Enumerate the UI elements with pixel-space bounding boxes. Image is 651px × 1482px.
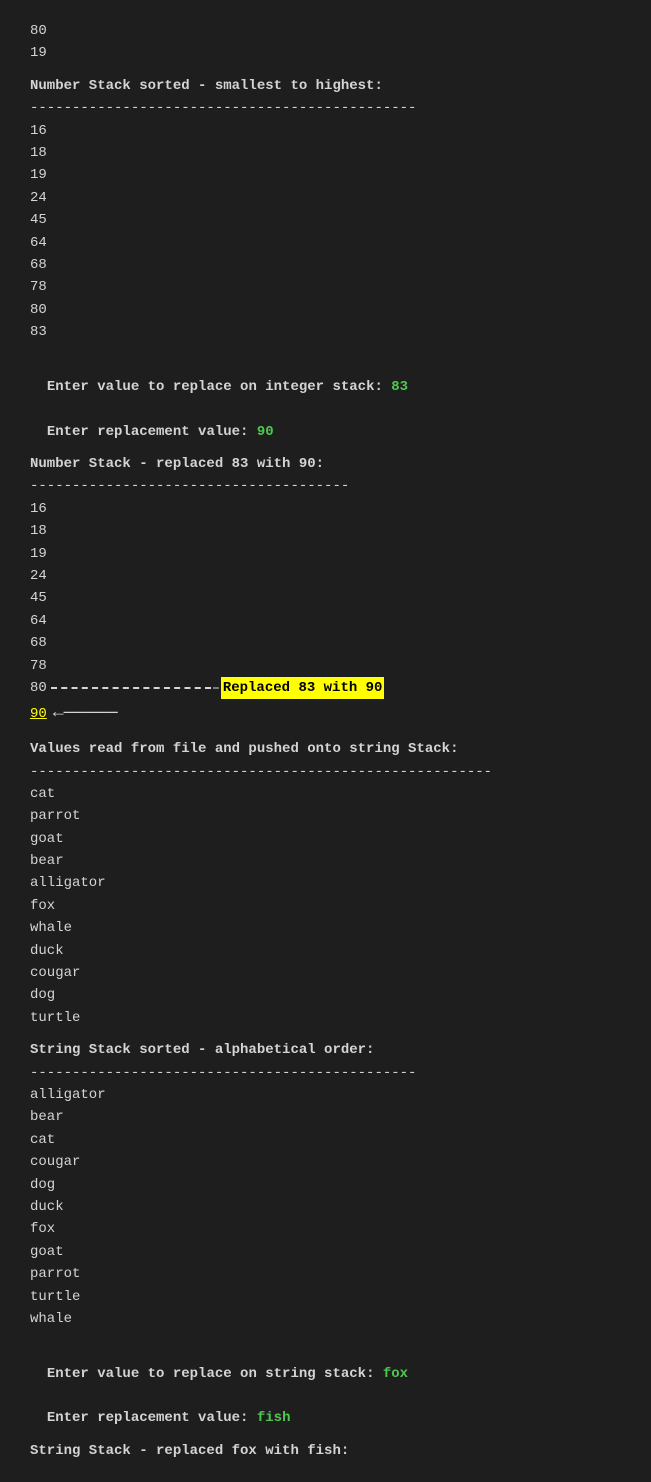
left-arrow-icon: ←――――― bbox=[53, 699, 118, 728]
string-replace-prompt-line-1: Enter value to replace on string stack: … bbox=[30, 1340, 621, 1385]
string-stack-header: Values read from file and pushed onto st… bbox=[30, 738, 621, 760]
dashed-arrow-line bbox=[51, 687, 211, 689]
string-turtle: turtle bbox=[30, 1007, 621, 1029]
replace-value-1: 83 bbox=[391, 379, 408, 395]
initial-number-19: 19 bbox=[30, 42, 621, 64]
sorted-num-80: 80 bbox=[30, 299, 621, 321]
string-bear: bear bbox=[30, 850, 621, 872]
sorted-num-64: 64 bbox=[30, 232, 621, 254]
number-stack-replaced-header: Number Stack - replaced 83 with 90: bbox=[30, 453, 621, 475]
sorted-str-fox: fox bbox=[30, 1218, 621, 1240]
number-stack-replaced-separator: -------------------------------------- bbox=[30, 475, 621, 497]
replaced-num-19: 19 bbox=[30, 543, 621, 565]
sorted-num-45: 45 bbox=[30, 209, 621, 231]
sorted-num-78: 78 bbox=[30, 276, 621, 298]
replaced-num-90: 90 bbox=[30, 703, 47, 725]
sorted-str-cat: cat bbox=[30, 1129, 621, 1151]
string-stack-replaced-header: String Stack - replaced fox with fish: bbox=[30, 1440, 621, 1462]
string-replace-prompt-2-text: Enter replacement value: bbox=[47, 1410, 257, 1426]
replaced-num-80-row: 80 ⎯ Replaced 83 with 90 bbox=[30, 677, 621, 699]
sorted-num-68: 68 bbox=[30, 254, 621, 276]
arrow-tip: ⎯ bbox=[213, 679, 219, 698]
annotation-arrow: ⎯ Replaced 83 with 90 bbox=[51, 677, 385, 699]
sorted-str-whale: whale bbox=[30, 1308, 621, 1330]
sorted-num-18: 18 bbox=[30, 142, 621, 164]
string-sorted-header: String Stack sorted - alphabetical order… bbox=[30, 1039, 621, 1061]
string-stack-separator: ----------------------------------------… bbox=[30, 761, 621, 783]
sorted-num-16: 16 bbox=[30, 120, 621, 142]
replaced-num-24: 24 bbox=[30, 565, 621, 587]
sorted-str-parrot: parrot bbox=[30, 1263, 621, 1285]
sorted-str-goat: goat bbox=[30, 1241, 621, 1263]
replaced-num-80: 80 bbox=[30, 677, 47, 699]
string-replace-value-2: fish bbox=[257, 1410, 291, 1426]
sorted-str-duck: duck bbox=[30, 1196, 621, 1218]
replaced-num-68: 68 bbox=[30, 632, 621, 654]
string-dog: dog bbox=[30, 984, 621, 1006]
replaced-num-18: 18 bbox=[30, 520, 621, 542]
replaced-num-64: 64 bbox=[30, 610, 621, 632]
string-replace-value-1: fox bbox=[383, 1366, 408, 1382]
string-parrot: parrot bbox=[30, 805, 621, 827]
sorted-num-24: 24 bbox=[30, 187, 621, 209]
number-stack-sorted-separator: ----------------------------------------… bbox=[30, 97, 621, 119]
string-duck: duck bbox=[30, 940, 621, 962]
replace-value-2: 90 bbox=[257, 424, 274, 440]
sorted-num-19: 19 bbox=[30, 164, 621, 186]
string-sorted-separator: ----------------------------------------… bbox=[30, 1062, 621, 1084]
replaced-num-45: 45 bbox=[30, 587, 621, 609]
replaced-label: Replaced 83 with 90 bbox=[221, 677, 385, 699]
sorted-str-turtle: turtle bbox=[30, 1286, 621, 1308]
string-cougar: cougar bbox=[30, 962, 621, 984]
string-goat: goat bbox=[30, 828, 621, 850]
sorted-str-alligator: alligator bbox=[30, 1084, 621, 1106]
replaced-num-78: 78 bbox=[30, 655, 621, 677]
string-whale: whale bbox=[30, 917, 621, 939]
initial-number-80: 80 bbox=[30, 20, 621, 42]
string-replace-prompt-1-text: Enter value to replace on string stack: bbox=[47, 1366, 383, 1382]
sorted-str-dog: dog bbox=[30, 1174, 621, 1196]
string-cat: cat bbox=[30, 783, 621, 805]
replace-prompt-2-text: Enter replacement value: bbox=[47, 424, 257, 440]
string-replace-prompt-line-2: Enter replacement value: fish bbox=[30, 1385, 621, 1430]
sorted-str-cougar: cougar bbox=[30, 1151, 621, 1173]
sorted-num-83: 83 bbox=[30, 321, 621, 343]
number-stack-sorted-header: Number Stack sorted - smallest to highes… bbox=[30, 75, 621, 97]
replace-prompt-line-1: Enter value to replace on integer stack:… bbox=[30, 353, 621, 398]
string-fox: fox bbox=[30, 895, 621, 917]
replace-prompt-line-2: Enter replacement value: 90 bbox=[30, 398, 621, 443]
replaced-num-16: 16 bbox=[30, 498, 621, 520]
replace-prompt-1-text: Enter value to replace on integer stack: bbox=[47, 379, 391, 395]
replaced-num-90-row: 90 ←――――― bbox=[30, 699, 621, 728]
string-alligator: alligator bbox=[30, 872, 621, 894]
sorted-str-bear: bear bbox=[30, 1106, 621, 1128]
